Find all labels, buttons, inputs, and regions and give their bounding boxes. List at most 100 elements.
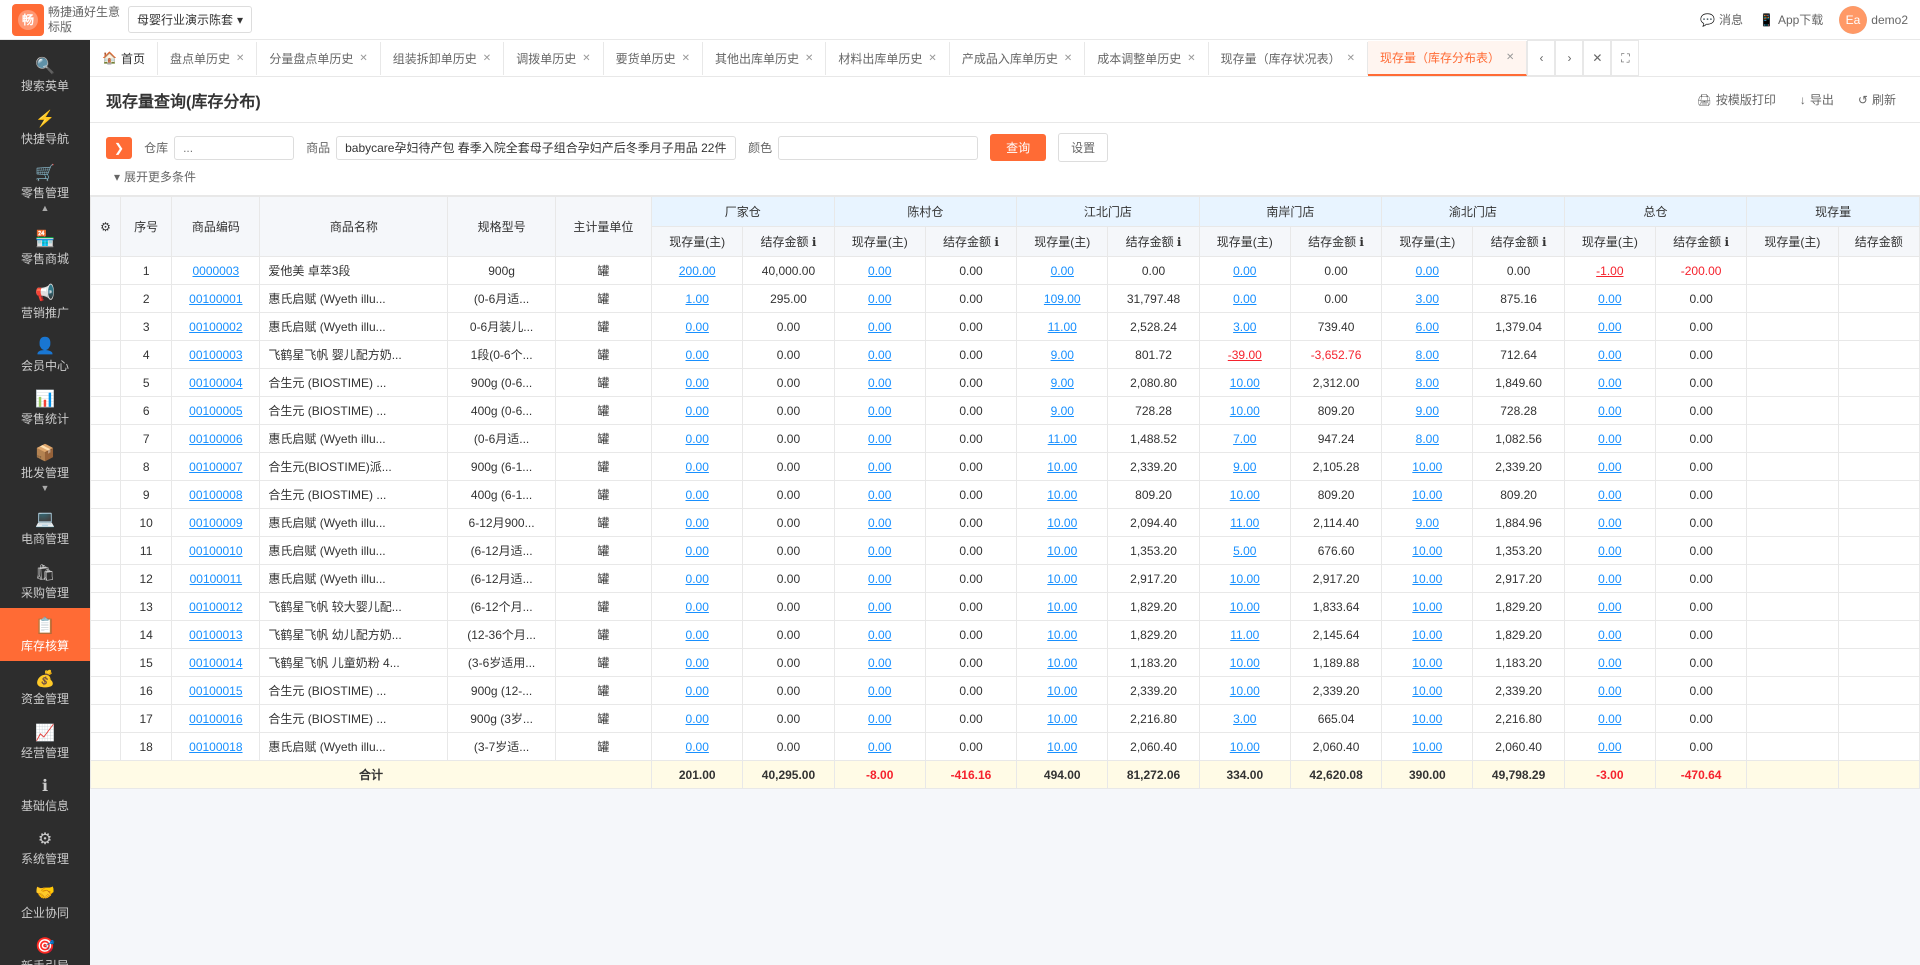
sidebar-item-member[interactable]: 👤 会员中心 [0,328,90,381]
color-input[interactable] [778,136,978,160]
code-link[interactable]: 00100002 [189,320,242,334]
warehouse-input[interactable] [174,136,294,160]
tab-stock-status[interactable]: 现存量（库存状况表） ✕ [1209,42,1368,75]
code-link[interactable]: 00100011 [190,572,243,586]
row-yuebei-qty: 8.00 [1382,369,1473,397]
tab-other-out[interactable]: 其他出库单历史 ✕ [703,42,826,75]
code-link[interactable]: 0000003 [192,264,239,278]
sidebar-item-basic[interactable]: ℹ 基础信息 [0,768,90,821]
sidebar-item-retail-stat[interactable]: 📊 零售统计 [0,381,90,434]
sidebar-item-corp[interactable]: 🤝 企业协同 [0,875,90,928]
expand-more-button[interactable]: ▾ 展开更多条件 [106,168,204,185]
goods-input[interactable] [336,136,736,160]
sidebar-item-guide[interactable]: 🎯 新手引导 [0,928,90,965]
tab-close-all-button[interactable]: ✕ [1583,40,1611,76]
tab-stock-dist[interactable]: 现存量（库存分布表） ✕ [1368,41,1527,76]
col-settings-header[interactable]: ⚙ [91,197,121,257]
table-row: 18 00100018 惠氏启赋 (Wyeth illu... (3-7岁适..… [91,733,1920,761]
row-name: 合生元 (BIOSTIME) ... [260,397,448,425]
purchase-icon: 🛍 [35,563,55,583]
code-link[interactable]: 00100018 [189,740,242,754]
sidebar-item-purchase[interactable]: 🛍 采购管理 [0,555,90,608]
topbar-left: 畅 畅捷通好生意 标版 母婴行业演示陈套 ▾ [12,4,252,36]
sidebar-item-nav[interactable]: ⚡ 快捷导航 [0,101,90,154]
refresh-button[interactable]: ↺ 刷新 [1850,87,1904,112]
tab-cost-adjust[interactable]: 成本调整单历史 ✕ [1085,42,1208,75]
code-link[interactable]: 00100006 [189,432,242,446]
code-link[interactable]: 00100005 [189,404,242,418]
col-total-header: 总仓 [1564,197,1747,227]
close-icon[interactable]: ✕ [359,53,367,64]
print-button[interactable]: 🖨 按模版打印 [1689,87,1784,112]
code-link[interactable]: 00100003 [189,348,242,362]
tab-inventory-check[interactable]: 盘点单历史 ✕ [158,42,257,75]
row-jiangbei-qty: 10.00 [1017,593,1108,621]
sidebar-item-finance[interactable]: 💰 资金管理 [0,661,90,714]
footer-jiangbei-amt: 81,272.06 [1108,761,1199,789]
app-download-button[interactable]: 📱 App下载 [1759,11,1823,28]
export-button[interactable]: ↓ 导出 [1792,87,1842,112]
row-settings [91,565,121,593]
code-link[interactable]: 00100013 [189,628,242,642]
code-link[interactable]: 00100008 [189,488,242,502]
close-icon[interactable]: ✕ [1347,53,1355,64]
row-chenpu-amt: 0.00 [925,593,1016,621]
store-selector[interactable]: 母婴行业演示陈套 ▾ [128,6,252,33]
close-icon[interactable]: ✕ [805,53,813,64]
sidebar-item-system[interactable]: ⚙ 系统管理 [0,821,90,874]
code-link[interactable]: 00100012 [189,600,242,614]
close-icon[interactable]: ✕ [582,53,590,64]
tab-assembly[interactable]: 组装拆卸单历史 ✕ [381,42,504,75]
row-jiangbei-amt: 2,917.20 [1108,565,1199,593]
close-icon[interactable]: ✕ [1064,53,1072,64]
tab-material-out[interactable]: 材料出库单历史 ✕ [826,42,949,75]
code-link[interactable]: 00100014 [189,656,242,670]
row-name: 合生元 (BIOSTIME) ... [260,481,448,509]
row-chenpu-amt: 0.00 [925,705,1016,733]
close-icon[interactable]: ✕ [1187,53,1195,64]
tab-transfer[interactable]: 调拨单历史 ✕ [504,42,603,75]
close-icon[interactable]: ✕ [483,53,491,64]
sidebar-item-operation[interactable]: 📈 经营管理 [0,715,90,768]
tab-expand-button[interactable]: ⛶ [1611,40,1639,76]
tab-home[interactable]: 🏠 首页 [90,42,158,75]
table-row: 13 00100012 飞鹤星飞帆 较大婴儿配... (6-12个月... 罐 … [91,593,1920,621]
settings-icon[interactable]: ⚙ [100,220,111,234]
row-unit: 罐 [555,677,651,705]
code-link[interactable]: 00100016 [189,712,242,726]
close-icon[interactable]: ✕ [682,53,690,64]
table-row: 10 00100009 惠氏启赋 (Wyeth illu... 6-12月900… [91,509,1920,537]
code-link[interactable]: 00100015 [189,684,242,698]
code-link[interactable]: 00100001 [189,292,242,306]
user-menu[interactable]: Ea demo2 [1839,6,1908,34]
close-icon[interactable]: ✕ [236,53,244,64]
row-name: 飞鹤星飞帆 较大婴儿配... [260,593,448,621]
code-link[interactable]: 00100009 [189,516,242,530]
sidebar-item-retail[interactable]: 🛒 零售管理 ▲ [0,155,90,221]
sidebar-item-search[interactable]: 🔍 搜索英单 [0,48,90,101]
tab-order[interactable]: 要货单历史 ✕ [604,42,703,75]
row-current-amt [1838,341,1919,369]
sidebar-item-ecom[interactable]: 💻 电商管理 [0,501,90,554]
settings-button[interactable]: 设置 [1058,133,1108,162]
sidebar-item-inventory[interactable]: 📋 库存核算 [0,608,90,661]
sidebar-item-wholesale[interactable]: 📦 批发管理 ▼ [0,435,90,501]
close-icon[interactable]: ✕ [928,53,936,64]
code-link[interactable]: 00100010 [189,544,242,558]
row-name: 合生元 (BIOSTIME) ... [260,705,448,733]
search-button[interactable]: 查询 [990,134,1046,161]
tab-partial-check[interactable]: 分量盘点单历史 ✕ [257,42,380,75]
code-link[interactable]: 00100007 [189,460,242,474]
tab-prev-button[interactable]: ‹ [1527,40,1555,76]
row-code: 00100013 [172,621,260,649]
sidebar-item-retail-mall[interactable]: 🏪 零售商城 [0,221,90,274]
close-icon[interactable]: ✕ [1506,52,1514,63]
collapse-button[interactable]: ❯ [106,137,132,159]
tab-product-in[interactable]: 产成品入库单历史 ✕ [950,42,1085,75]
message-button[interactable]: 💬 消息 [1700,11,1743,28]
code-link[interactable]: 00100004 [189,376,242,390]
sidebar-item-marketing[interactable]: 📢 营销推广 [0,275,90,328]
row-current-amt [1838,425,1919,453]
tab-next-button[interactable]: › [1555,40,1583,76]
message-icon: 💬 [1700,13,1715,27]
